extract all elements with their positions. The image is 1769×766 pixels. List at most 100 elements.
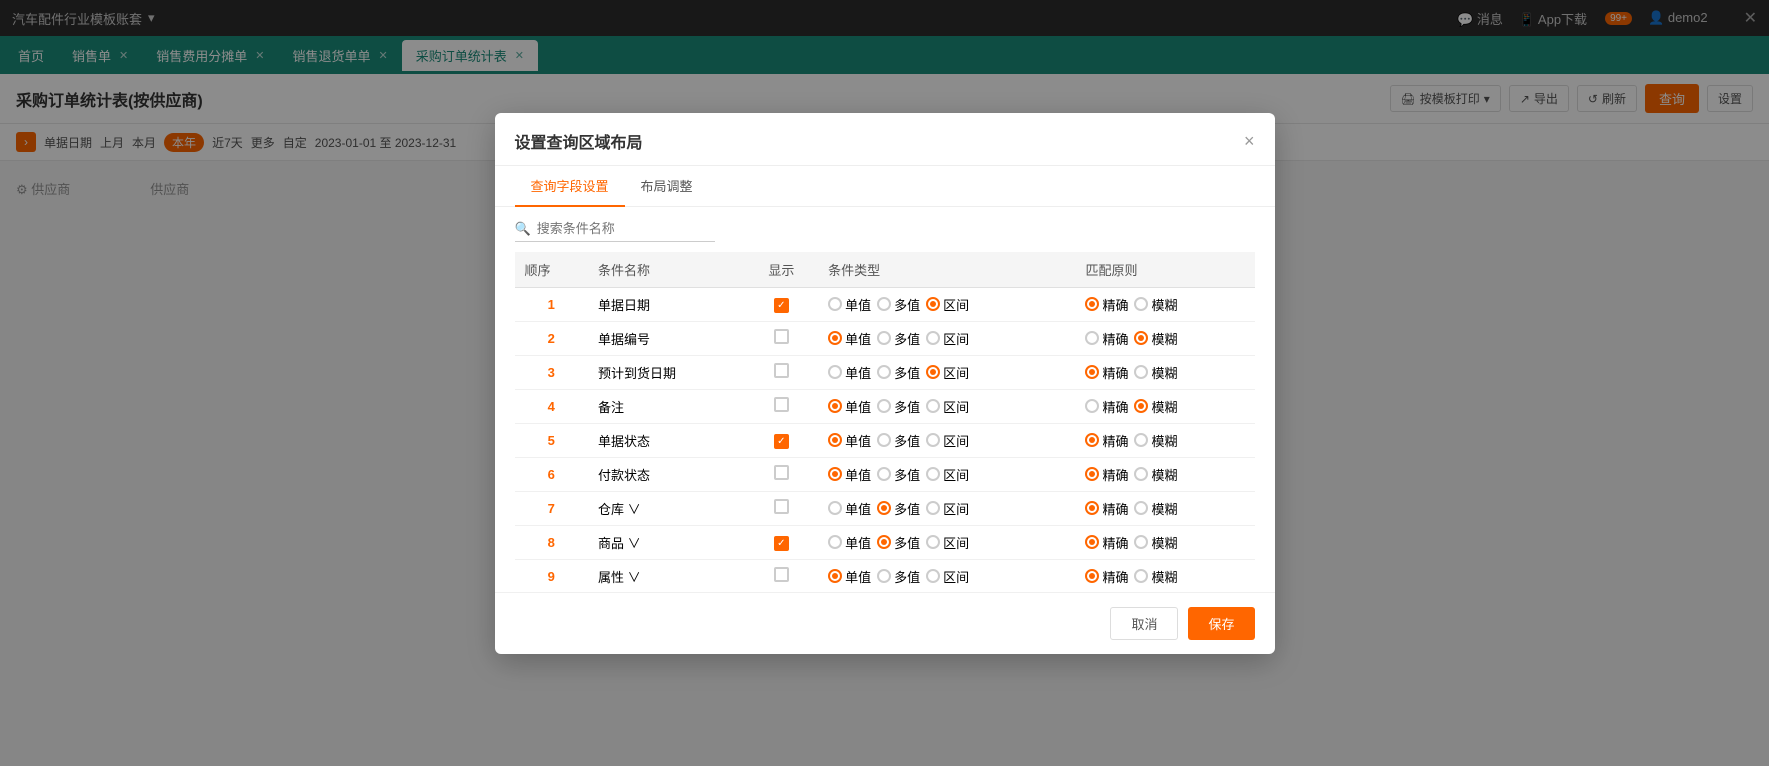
cell-display[interactable] xyxy=(745,389,819,423)
search-input[interactable] xyxy=(537,221,697,236)
type-radio-多值[interactable]: 多值 xyxy=(877,431,920,450)
search-input-wrap: 🔍 xyxy=(515,217,715,242)
display-checkbox[interactable]: ✓ xyxy=(774,298,789,313)
type-radio-单值[interactable]: 单值 xyxy=(828,533,871,552)
match-radio-精确[interactable]: 精确 xyxy=(1085,397,1128,416)
radio-label: 精确 xyxy=(1102,533,1128,552)
type-radio-单值[interactable]: 单值 xyxy=(828,499,871,518)
table-row: 7仓库 ∨单值多值区间精确模糊 xyxy=(515,491,1255,525)
th-type: 条件类型 xyxy=(818,252,1075,288)
match-radio-模糊[interactable]: 模糊 xyxy=(1134,567,1177,586)
type-radio-多值[interactable]: 多值 xyxy=(877,465,920,484)
radio-circle xyxy=(877,365,891,379)
type-radio-区间[interactable]: 区间 xyxy=(926,567,969,586)
type-radio-区间[interactable]: 区间 xyxy=(926,397,969,416)
match-radio-精确[interactable]: 精确 xyxy=(1085,329,1128,348)
display-checkbox[interactable] xyxy=(774,499,789,514)
radio-label: 单值 xyxy=(845,465,871,484)
cell-display[interactable] xyxy=(745,491,819,525)
type-radio-单值[interactable]: 单值 xyxy=(828,329,871,348)
cell-name: 单据编号 xyxy=(588,321,745,355)
type-radio-多值[interactable]: 多值 xyxy=(877,295,920,314)
display-checkbox[interactable] xyxy=(774,363,789,378)
radio-circle xyxy=(828,331,842,345)
match-radio-模糊[interactable]: 模糊 xyxy=(1134,431,1177,450)
display-checkbox[interactable] xyxy=(774,329,789,344)
cell-order: 4 xyxy=(515,389,589,423)
save-button[interactable]: 保存 xyxy=(1188,607,1254,640)
type-radio-多值[interactable]: 多值 xyxy=(877,397,920,416)
dialog-tab-field-setting[interactable]: 查询字段设置 xyxy=(515,166,625,207)
match-radio-精确[interactable]: 精确 xyxy=(1085,567,1128,586)
type-radio-单值[interactable]: 单值 xyxy=(828,363,871,382)
type-radio-单值[interactable]: 单值 xyxy=(828,567,871,586)
table-row: 4备注单值多值区间精确模糊 xyxy=(515,389,1255,423)
cell-display[interactable] xyxy=(745,321,819,355)
match-radio-模糊[interactable]: 模糊 xyxy=(1134,397,1177,416)
radio-circle xyxy=(828,535,842,549)
radio-label: 模糊 xyxy=(1151,465,1177,484)
cell-name: 单据日期 xyxy=(588,287,745,321)
match-radio-模糊[interactable]: 模糊 xyxy=(1134,465,1177,484)
display-checkbox[interactable] xyxy=(774,567,789,582)
radio-circle xyxy=(877,297,891,311)
radio-label: 精确 xyxy=(1102,499,1128,518)
radio-label: 精确 xyxy=(1102,329,1128,348)
type-radio-区间[interactable]: 区间 xyxy=(926,431,969,450)
type-radio-区间[interactable]: 区间 xyxy=(926,329,969,348)
display-checkbox[interactable] xyxy=(774,465,789,480)
type-radio-多值[interactable]: 多值 xyxy=(877,329,920,348)
display-checkbox[interactable]: ✓ xyxy=(774,536,789,551)
display-checkbox[interactable]: ✓ xyxy=(774,434,789,449)
dialog-close-button[interactable]: × xyxy=(1244,132,1255,150)
radio-label: 多值 xyxy=(894,465,920,484)
type-radio-单值[interactable]: 单值 xyxy=(828,465,871,484)
cell-display[interactable]: ✓ xyxy=(745,423,819,457)
radio-label: 精确 xyxy=(1102,465,1128,484)
cell-display[interactable]: ✓ xyxy=(745,525,819,559)
radio-circle xyxy=(828,365,842,379)
cancel-button[interactable]: 取消 xyxy=(1110,607,1178,640)
match-radio-精确[interactable]: 精确 xyxy=(1085,295,1128,314)
type-radio-多值[interactable]: 多值 xyxy=(877,499,920,518)
cell-display[interactable] xyxy=(745,457,819,491)
type-radio-单值[interactable]: 单值 xyxy=(828,295,871,314)
radio-label: 模糊 xyxy=(1151,567,1177,586)
type-radio-单值[interactable]: 单值 xyxy=(828,431,871,450)
match-radio-模糊[interactable]: 模糊 xyxy=(1134,533,1177,552)
match-radio-精确[interactable]: 精确 xyxy=(1085,465,1128,484)
type-radio-区间[interactable]: 区间 xyxy=(926,363,969,382)
cell-display[interactable]: ✓ xyxy=(745,287,819,321)
cell-match: 精确模糊 xyxy=(1075,491,1254,525)
type-radio-区间[interactable]: 区间 xyxy=(926,533,969,552)
type-radio-单值[interactable]: 单值 xyxy=(828,397,871,416)
match-radio-精确[interactable]: 精确 xyxy=(1085,431,1128,450)
match-radio-精确[interactable]: 精确 xyxy=(1085,499,1128,518)
radio-circle xyxy=(926,297,940,311)
cell-order: 2 xyxy=(515,321,589,355)
type-radio-区间[interactable]: 区间 xyxy=(926,295,969,314)
modal-overlay: 设置查询区域布局 × 查询字段设置 布局调整 🔍 xyxy=(0,0,1769,766)
match-radio-模糊[interactable]: 模糊 xyxy=(1134,295,1177,314)
type-radio-多值[interactable]: 多值 xyxy=(877,567,920,586)
cell-display[interactable] xyxy=(745,559,819,592)
match-radio-精确[interactable]: 精确 xyxy=(1085,363,1128,382)
radio-circle xyxy=(877,433,891,447)
type-radio-多值[interactable]: 多值 xyxy=(877,533,920,552)
type-radio-区间[interactable]: 区间 xyxy=(926,465,969,484)
cell-display[interactable] xyxy=(745,355,819,389)
radio-circle xyxy=(877,535,891,549)
radio-circle xyxy=(1085,331,1099,345)
dialog-tab-layout-adjust[interactable]: 布局调整 xyxy=(625,166,709,207)
radio-circle xyxy=(828,569,842,583)
radio-label: 模糊 xyxy=(1151,533,1177,552)
type-radio-区间[interactable]: 区间 xyxy=(926,499,969,518)
th-name: 条件名称 xyxy=(588,252,745,288)
match-radio-精确[interactable]: 精确 xyxy=(1085,533,1128,552)
display-checkbox[interactable] xyxy=(774,397,789,412)
match-radio-模糊[interactable]: 模糊 xyxy=(1134,499,1177,518)
match-radio-模糊[interactable]: 模糊 xyxy=(1134,363,1177,382)
th-order: 顺序 xyxy=(515,252,589,288)
type-radio-多值[interactable]: 多值 xyxy=(877,363,920,382)
match-radio-模糊[interactable]: 模糊 xyxy=(1134,329,1177,348)
